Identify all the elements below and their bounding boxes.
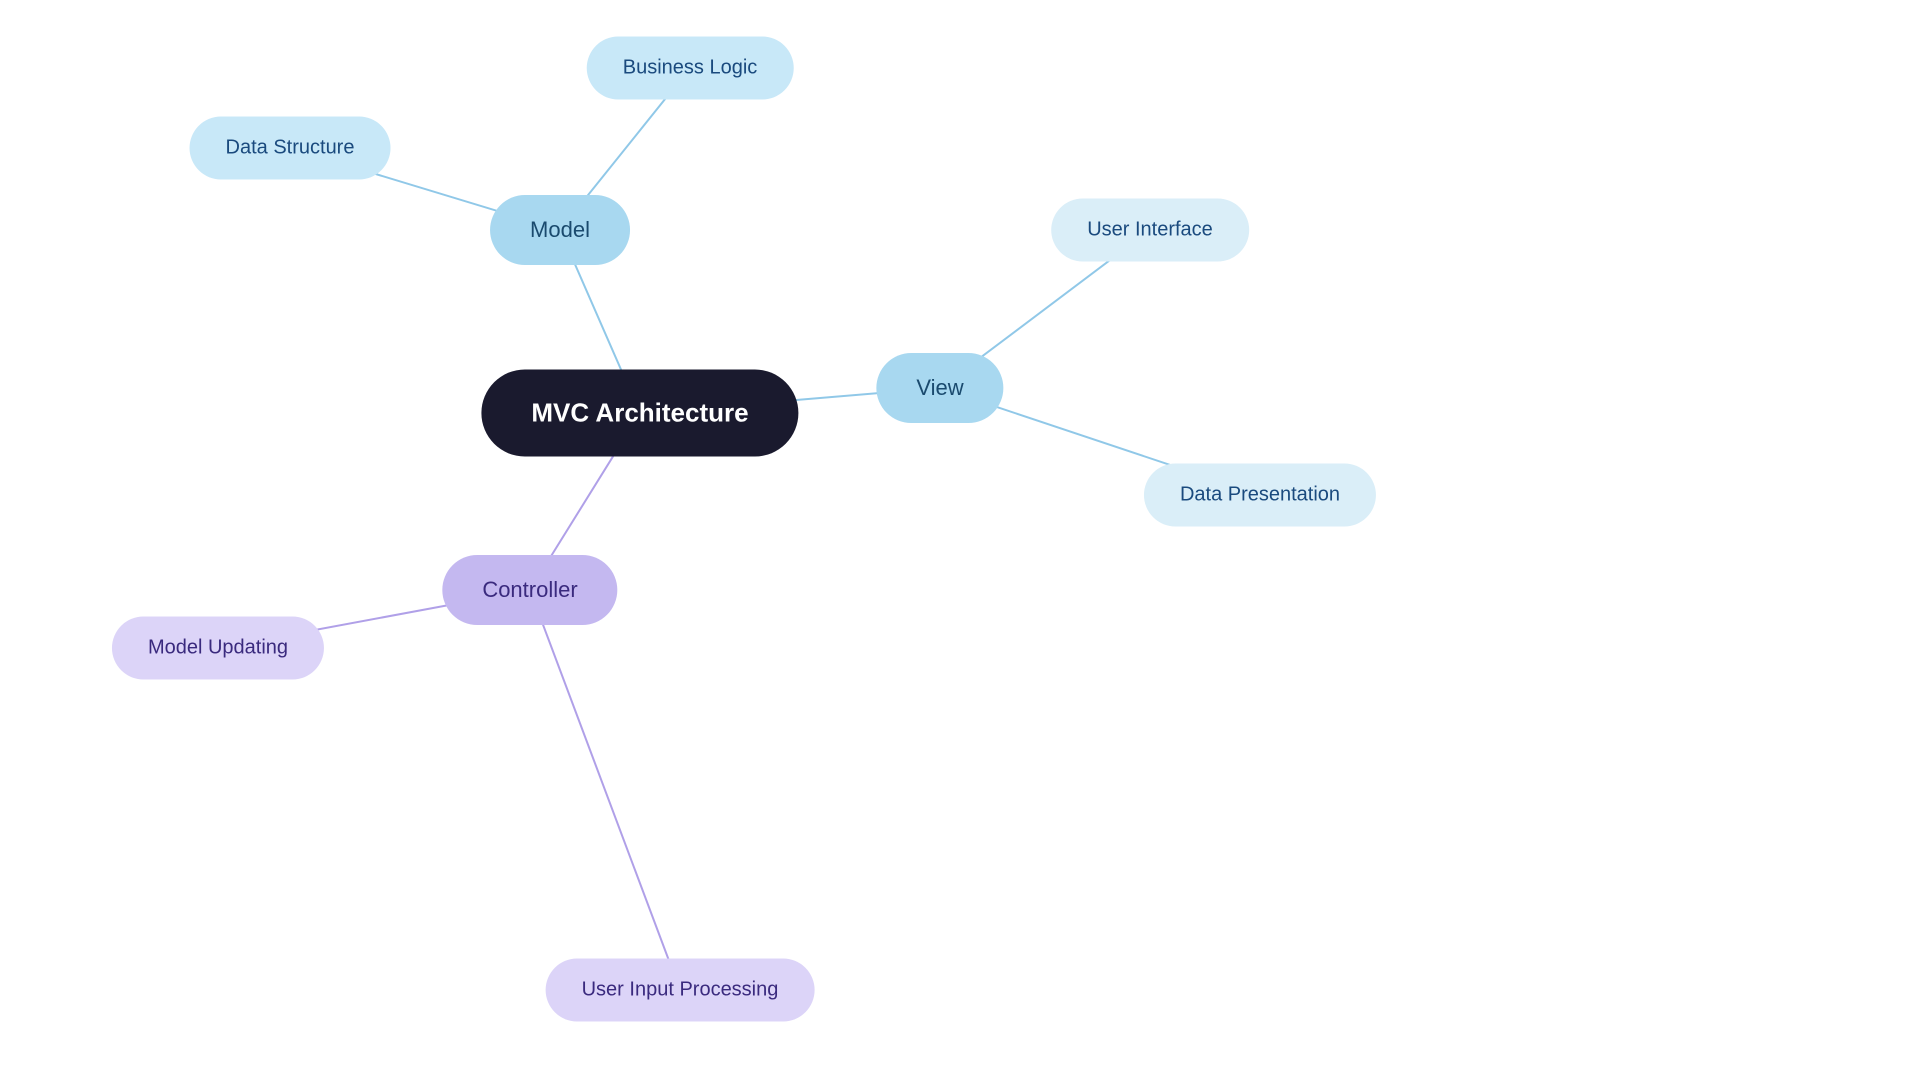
data-presentation-label: Data Presentation	[1180, 484, 1340, 507]
center-node[interactable]: MVC Architecture	[481, 370, 798, 457]
controller-node[interactable]: Controller	[442, 555, 617, 625]
model-updating-node[interactable]: Model Updating	[112, 617, 324, 680]
data-structure-label: Data Structure	[226, 137, 355, 160]
business-logic-node[interactable]: Business Logic	[587, 37, 794, 100]
data-presentation-node[interactable]: Data Presentation	[1144, 464, 1376, 527]
user-interface-label: User Interface	[1087, 219, 1213, 242]
view-node[interactable]: View	[876, 353, 1003, 423]
user-input-processing-label: User Input Processing	[582, 979, 779, 1002]
data-structure-node[interactable]: Data Structure	[190, 117, 391, 180]
model-node-label: Model	[530, 217, 590, 243]
model-node[interactable]: Model	[490, 195, 630, 265]
center-node-label: MVC Architecture	[531, 398, 748, 429]
user-interface-node[interactable]: User Interface	[1051, 199, 1249, 262]
user-input-processing-node[interactable]: User Input Processing	[546, 959, 815, 1022]
view-node-label: View	[916, 375, 963, 401]
controller-node-label: Controller	[482, 577, 577, 603]
business-logic-label: Business Logic	[623, 57, 758, 80]
model-updating-label: Model Updating	[148, 637, 288, 660]
